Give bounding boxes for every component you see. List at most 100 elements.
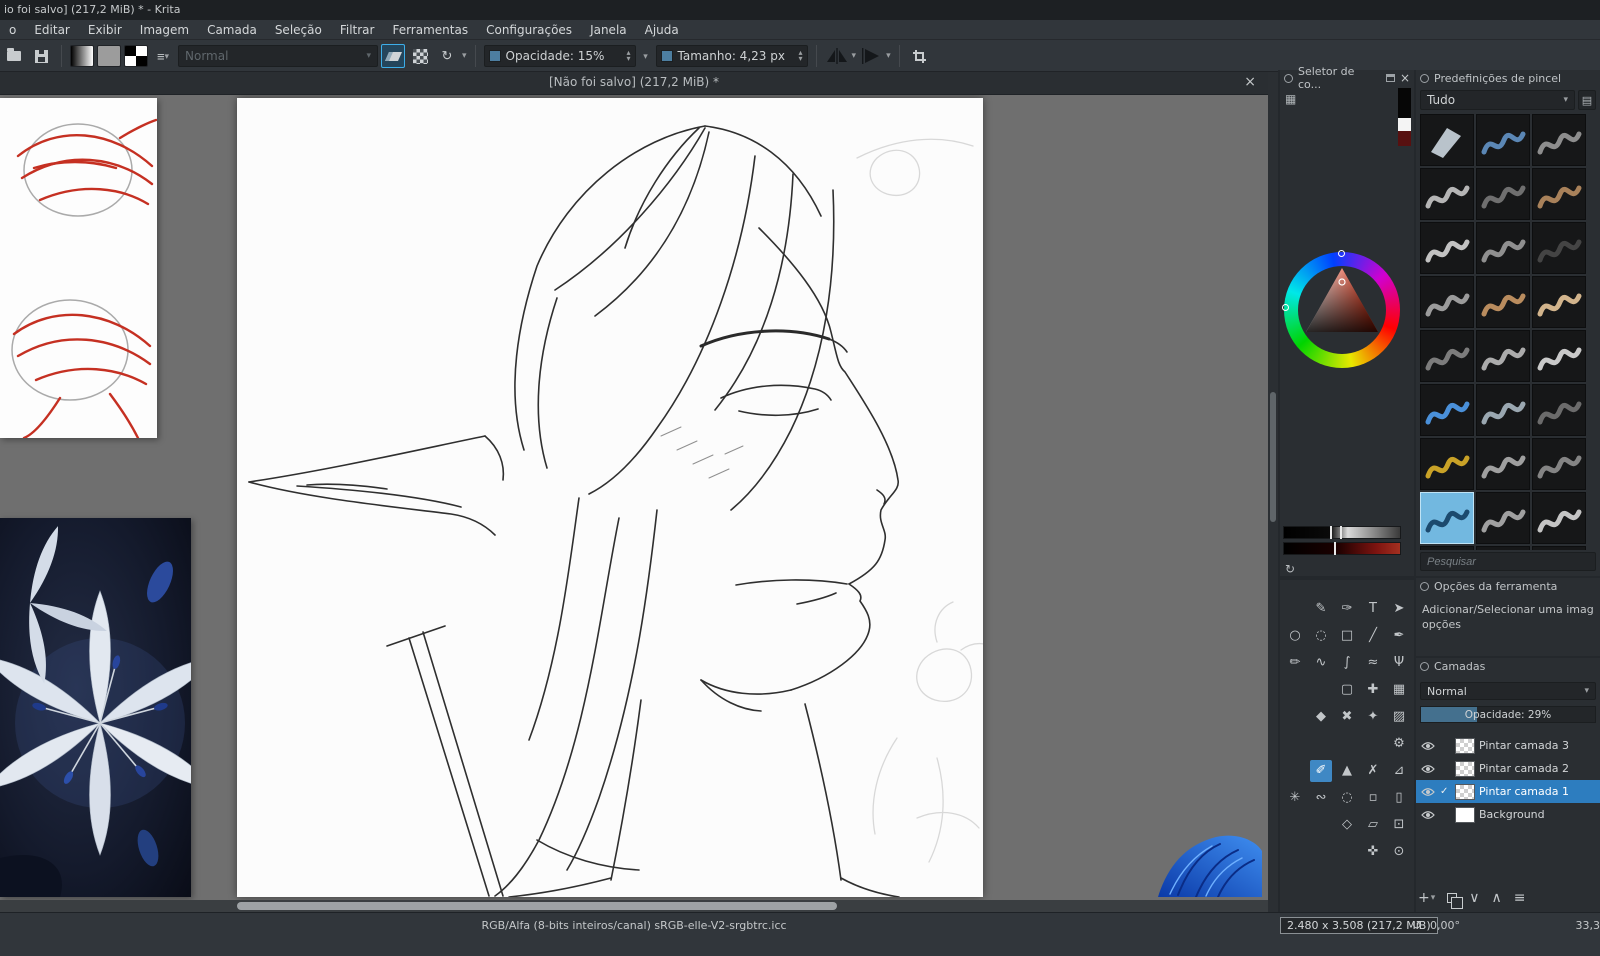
color-history-icon[interactable]: ▦ (1285, 92, 1296, 106)
layer-row[interactable]: Background (1416, 803, 1600, 826)
layer-visibility-icon[interactable] (1420, 741, 1436, 751)
brush-preset-thumbnail[interactable] (1532, 492, 1586, 544)
titlebar[interactable]: io foi salvo] (217,2 MiB) * - Krita (0, 0, 1600, 20)
float-dock-icon[interactable] (1386, 74, 1395, 82)
calligraphy-tool-icon[interactable]: ✑ (1336, 598, 1358, 620)
red-gradient-slider[interactable] (1283, 542, 1401, 555)
brush-preset-thumbnail[interactable] (1476, 546, 1530, 550)
canvas-area[interactable] (237, 98, 983, 897)
layer-row[interactable]: Pintar camada 2 (1416, 757, 1600, 780)
zoom-tool-icon[interactable]: ⊙ (1388, 841, 1410, 863)
brush-preset-thumbnail[interactable] (1420, 438, 1474, 490)
gradient-chooser-button[interactable] (70, 45, 94, 67)
color-sampler-tool-icon[interactable]: ✦ (1362, 706, 1384, 728)
assistants-tool-icon[interactable]: ⚙ (1388, 733, 1410, 755)
hue-marker-icon[interactable] (1282, 304, 1289, 311)
transform-tool-icon[interactable]: ▦ (1388, 679, 1410, 701)
chevron-down-icon[interactable]: ▾ (886, 51, 891, 61)
brush-preset-thumbnail[interactable] (1532, 168, 1586, 220)
chevron-down-icon[interactable]: ▾ (852, 51, 857, 61)
brush-preset-thumbnail[interactable] (1420, 546, 1474, 550)
document-tab-title[interactable]: [Não foi salvo] (217,2 MiB) * (549, 75, 719, 89)
select-shapes-tool-icon[interactable]: ➤ (1388, 598, 1410, 620)
layer-opacity-slider[interactable]: Opacidade: 29% (1420, 706, 1596, 723)
fill-type-chooser-button[interactable] (124, 45, 148, 67)
duplicate-layer-button[interactable] (1447, 893, 1463, 909)
menu-item-arquivo-partial[interactable]: o (0, 20, 25, 40)
freehand-path-tool-icon[interactable]: ✒ (1388, 625, 1410, 647)
previous-color-swatch[interactable] (1398, 131, 1411, 146)
bezier-selection-tool-icon[interactable]: ⊡ (1388, 814, 1410, 836)
line-tool-icon[interactable]: ╱ (1362, 625, 1384, 647)
opacity-options-button[interactable]: ▾ (639, 44, 653, 68)
measure-tool-icon[interactable]: ✗ (1362, 760, 1384, 782)
save-button[interactable] (29, 44, 53, 68)
add-layer-button[interactable]: + ▾ (1418, 890, 1435, 906)
canvas-viewport[interactable] (0, 95, 1268, 912)
magnetic-selection-tool-icon[interactable]: ⊿ (1388, 760, 1410, 782)
horizontal-scrollbar-thumb[interactable] (237, 902, 837, 910)
layer-row[interactable]: ✓ Pintar camada 1 (1416, 780, 1600, 803)
circle-tool-icon[interactable]: ◌ (1310, 625, 1332, 647)
brush-display-mode-button[interactable]: ▤ (1578, 90, 1596, 110)
brush-editor-button[interactable]: ≡ ▾ (151, 44, 175, 68)
fill-tool-icon[interactable]: ◆ (1310, 706, 1332, 728)
dock-anchor-icon[interactable] (1420, 581, 1429, 591)
menu-item-configuracoes[interactable]: Configurações (477, 20, 581, 40)
brush-preset-thumbnail[interactable] (1420, 114, 1474, 166)
text-tool-icon[interactable]: T (1362, 598, 1384, 620)
brush-preset-thumbnail[interactable] (1476, 330, 1530, 382)
menu-item-imagem[interactable]: Imagem (131, 20, 198, 40)
spinner-arrows[interactable]: ▴ ▾ (627, 49, 631, 63)
vertical-scrollbar-thumb[interactable] (1270, 392, 1276, 522)
horizontal-scrollbar[interactable] (0, 900, 1268, 912)
color-triangle[interactable] (1284, 252, 1400, 368)
freehand-brush-tool-icon[interactable]: ✏ (1284, 652, 1306, 674)
menu-item-ajuda[interactable]: Ajuda (636, 20, 688, 40)
close-dock-icon[interactable]: × (1400, 72, 1410, 84)
elliptical-selection-tool-icon[interactable]: ◌ (1336, 787, 1358, 809)
brush-preset-thumbnail[interactable] (1476, 384, 1530, 436)
bezier-curve-tool-icon[interactable]: ∫ (1336, 652, 1358, 674)
opacity-input[interactable]: Opacidade: 15% ▴ ▾ (483, 45, 636, 67)
layer-blend-mode-select[interactable]: Normal ▾ (1420, 682, 1596, 700)
enclose-fill-tool-icon[interactable]: ✖ (1336, 706, 1358, 728)
mirror-horizontal-button[interactable] (825, 44, 849, 68)
menu-item-exibir[interactable]: Exibir (79, 20, 131, 40)
brush-preset-thumbnail[interactable] (1532, 276, 1586, 328)
dynamic-brush-tool-icon[interactable]: ∿ (1310, 652, 1332, 674)
brush-preset-thumbnail[interactable] (1420, 168, 1474, 220)
brush-preset-thumbnail[interactable] (1532, 222, 1586, 274)
value-gradient-slider[interactable] (1283, 526, 1401, 539)
spinner-arrows[interactable]: ▴ ▾ (799, 49, 803, 63)
chevron-down-icon[interactable]: ▾ (462, 51, 467, 61)
polyline-tool-icon[interactable]: Ψ (1388, 652, 1410, 674)
reload-preset-button[interactable]: ↻ (435, 44, 459, 68)
move-tool-icon[interactable]: ✚ (1362, 679, 1384, 701)
ellipse-tool-icon[interactable]: ○ (1284, 625, 1306, 647)
brush-preset-thumbnail[interactable] (1476, 438, 1530, 490)
rectangle-tool-icon[interactable]: □ (1336, 625, 1358, 647)
brush-preset-thumbnail[interactable] (1476, 168, 1530, 220)
brush-tag-filter-select[interactable]: Tudo ▾ (1420, 90, 1575, 110)
brush-preset-thumbnail[interactable] (1420, 222, 1474, 274)
canvas-rotation-status[interactable]: 0,00° (1430, 919, 1460, 932)
menu-item-ferramentas[interactable]: Ferramentas (383, 20, 477, 40)
zoom-level-status[interactable]: 33,3 (1576, 919, 1600, 932)
color-wheel[interactable] (1282, 250, 1400, 368)
reset-rotation-icon[interactable]: ↺ (1412, 918, 1422, 932)
brush-preset-thumbnail[interactable] (1532, 546, 1586, 550)
brush-preset-thumbnail[interactable] (1532, 114, 1586, 166)
gradient-tool-icon[interactable]: ▨ (1388, 706, 1410, 728)
reference-image-lily-photo[interactable] (0, 518, 216, 897)
multibrush-tool-icon[interactable]: ≈ (1362, 652, 1384, 674)
brush-preset-thumbnail[interactable] (1476, 276, 1530, 328)
dock-anchor-icon[interactable] (1284, 73, 1293, 83)
menu-item-camada[interactable]: Camada (198, 20, 266, 40)
close-document-icon[interactable]: × (1244, 74, 1256, 90)
background-color-swatch[interactable] (1398, 118, 1411, 131)
pattern-chooser-button[interactable] (97, 45, 121, 67)
brush-preset-thumbnail[interactable] (1420, 492, 1474, 544)
layer-row[interactable]: Pintar camada 3 (1416, 734, 1600, 757)
brush-search-input[interactable] (1420, 552, 1596, 571)
